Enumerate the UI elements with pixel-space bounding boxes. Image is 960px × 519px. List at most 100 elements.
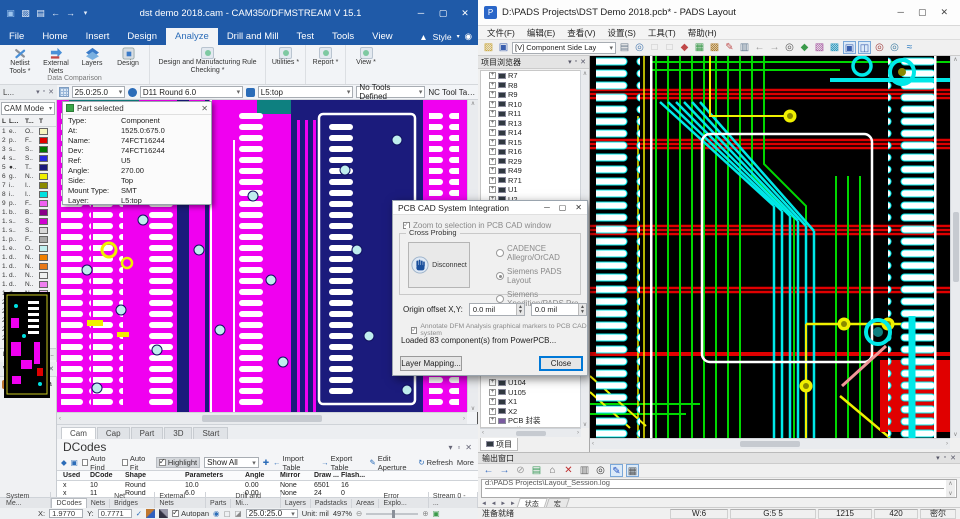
layer-color-swatch[interactable]	[39, 236, 48, 243]
route-icon[interactable]: ◆	[678, 41, 691, 54]
layer-color-swatch[interactable]	[39, 191, 48, 198]
layer-color-swatch[interactable]	[39, 128, 48, 135]
disabled-icon-2[interactable]: □	[663, 41, 676, 54]
tree-group[interactable]: + PCB 封装	[481, 416, 580, 426]
layer-row[interactable]: 1. e.. O..	[0, 244, 56, 253]
x-coordinate[interactable]: 1.9770	[49, 509, 84, 518]
status-unit[interactable]: 密尔	[920, 508, 956, 519]
layer-row[interactable]: 1 e.. O..	[0, 127, 56, 136]
expand-icon[interactable]: +	[489, 129, 496, 137]
zoom-in-icon[interactable]: ◎	[873, 41, 886, 54]
view-tab-part[interactable]: Part	[130, 427, 164, 439]
expand-icon[interactable]: +	[489, 398, 496, 406]
layer-row[interactable]: 8 i.. I..	[0, 190, 56, 199]
print-icon[interactable]: ▥	[578, 464, 591, 477]
cam-canvas-hscrollbar[interactable]: ‹ ›	[57, 412, 467, 424]
diamond-icon[interactable]: ◆	[61, 458, 67, 467]
design-button[interactable]: Design	[110, 46, 146, 75]
panel-pin-icon[interactable]: ▫	[944, 454, 946, 462]
snap-icon[interactable]	[146, 509, 156, 518]
tree-item[interactable]: + X1	[481, 397, 580, 407]
bottom-tab[interactable]: DCodes	[51, 498, 87, 508]
layer-row[interactable]: 1. p.. F..	[0, 235, 56, 244]
tree-item[interactable]: + R10	[481, 100, 580, 110]
tree-item[interactable]: + R14	[481, 128, 580, 138]
dcodes-column-header[interactable]: Shape	[125, 472, 185, 479]
panel-close-icon[interactable]: ✕	[950, 454, 956, 462]
disabled-icon-1[interactable]: □	[648, 41, 661, 54]
forward-icon[interactable]: →	[498, 464, 511, 477]
tree-item[interactable]: + R71	[481, 176, 580, 186]
expand-icon[interactable]: +	[489, 100, 496, 108]
layer-row[interactable]: 1.d..N..	[0, 280, 56, 289]
panel-close-icon[interactable]: ✕	[48, 88, 54, 96]
help-icon[interactable]: ◉	[465, 31, 472, 42]
origin-y-input[interactable]: 0.0 mil ▲ ▼	[530, 303, 587, 316]
zoom-icon[interactable]: ◎	[783, 41, 796, 54]
layer-color-swatch[interactable]	[39, 245, 48, 252]
qat-dropdown-icon[interactable]: ▾	[80, 9, 91, 17]
expand-icon[interactable]: +	[489, 176, 496, 184]
dmrc-button[interactable]: Design and Manufacturing Rule Checking *	[152, 46, 263, 84]
tree-item[interactable]: + R8	[481, 81, 580, 91]
color-icon[interactable]: ▩	[828, 41, 841, 54]
redo-icon[interactable]: →	[65, 8, 76, 18]
import-table-button[interactable]: ← Import Table	[273, 454, 317, 472]
target-icon[interactable]: ◉	[213, 509, 220, 518]
layer-row[interactable]: 3 s.. S..	[0, 145, 56, 154]
panel-dropdown-icon[interactable]: ▾	[936, 454, 940, 462]
layer-color-swatch[interactable]	[39, 155, 48, 162]
layer-row[interactable]: 1. s.. S..	[0, 226, 56, 235]
expand-icon[interactable]: +	[489, 157, 496, 165]
tree-item[interactable]: + R13	[481, 119, 580, 129]
find-icon[interactable]: ◎	[594, 464, 607, 477]
layer-row[interactable]: 1.d..N..	[0, 271, 56, 280]
grid-icon[interactable]	[59, 87, 69, 97]
layer-color-swatch[interactable]	[39, 263, 48, 270]
panel-close-icon[interactable]: ✕	[580, 58, 586, 66]
zoom-in-icon[interactable]: ⊕	[422, 509, 428, 518]
bottom-tab[interactable]: Net Bridges	[110, 492, 156, 508]
dcodes-column-header[interactable]: Used	[57, 472, 90, 479]
panel-pin-icon[interactable]: ▫	[575, 58, 577, 66]
view-tab-3d[interactable]: 3D	[164, 427, 193, 439]
open-icon[interactable]: ▨	[482, 41, 495, 54]
menu-item[interactable]: 查看(V)	[562, 26, 600, 40]
bottom-tab[interactable]: Padstacks	[311, 499, 353, 508]
corner-icon[interactable]: ◪	[235, 509, 242, 518]
draw-icon[interactable]: ✎	[723, 41, 736, 54]
bottom-tab[interactable]: Areas	[352, 499, 380, 508]
expand-icon[interactable]: +	[489, 379, 496, 387]
add-icon[interactable]: ✚	[263, 458, 269, 467]
zoom-out-icon[interactable]: ⊖	[356, 509, 362, 518]
style-dropdown-icon[interactable]: ▾	[457, 33, 460, 40]
layer-color-swatch[interactable]	[39, 200, 48, 207]
expand-icon[interactable]: +	[489, 167, 496, 175]
layer-color-swatch[interactable]	[39, 137, 48, 144]
layer-color-swatch[interactable]	[39, 182, 48, 189]
menu-item[interactable]: 帮助(H)	[683, 26, 722, 40]
tab-insert[interactable]: Insert	[77, 28, 119, 45]
pads-canvas-hscrollbar[interactable]: ‹ ›	[590, 438, 950, 449]
minimize-button[interactable]: ─	[410, 4, 432, 22]
close-button[interactable]: ✕	[940, 7, 948, 18]
layer-row[interactable]: 1. b.. B..	[0, 208, 56, 217]
layer-color-swatch[interactable]	[39, 173, 48, 180]
zoom-out-icon[interactable]: ◎	[888, 41, 901, 54]
close-button[interactable]: ✕	[454, 4, 476, 22]
tree-item[interactable]: + R9	[481, 90, 580, 100]
layer-combo[interactable]: L5:top ▾	[257, 86, 354, 98]
layer-row[interactable]: 1. s.. S..	[0, 217, 56, 226]
menu-item[interactable]: 编辑(E)	[522, 26, 560, 40]
report-button[interactable]: Report *	[308, 46, 343, 84]
expand-icon[interactable]: +	[489, 110, 496, 118]
layer-color-swatch[interactable]	[39, 254, 48, 261]
style-menu[interactable]: Style	[433, 32, 452, 42]
macro-pen-icon[interactable]: ✎	[610, 464, 623, 477]
highlight-checkbox[interactable]: Highlight	[155, 457, 201, 468]
bottom-tab[interactable]: Parts	[206, 499, 232, 508]
tab-test[interactable]: Test	[288, 28, 323, 45]
stop-icon[interactable]: ⊘	[514, 464, 527, 477]
grid-combo[interactable]: 25.0:25.0 ▾	[71, 86, 126, 98]
save-icon[interactable]: ▤	[35, 8, 46, 19]
